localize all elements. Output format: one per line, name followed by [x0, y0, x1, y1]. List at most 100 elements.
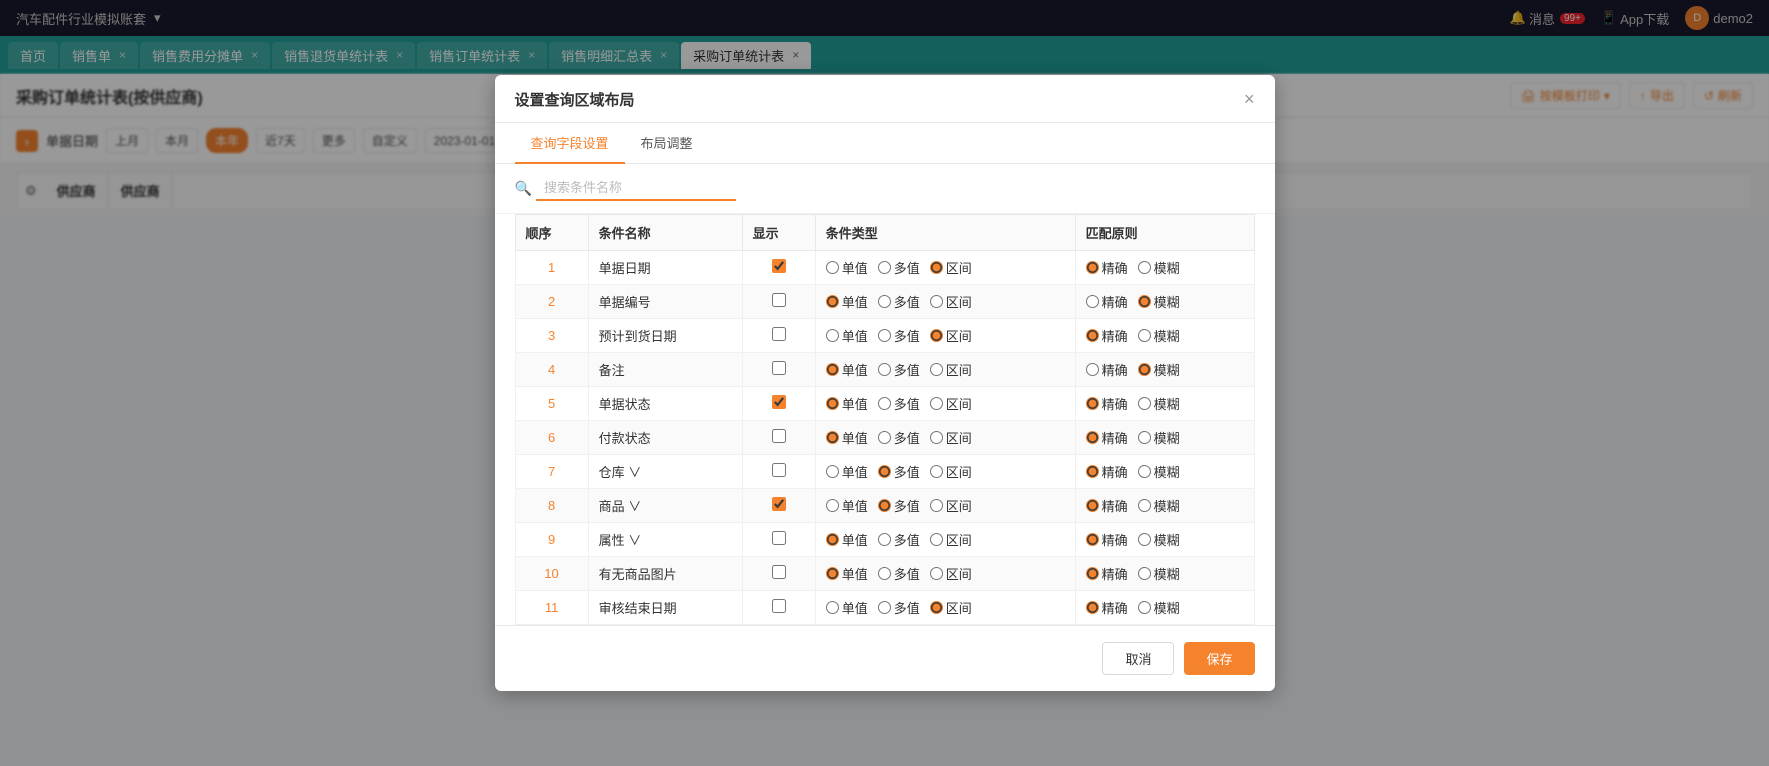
- cond-type-单值-option[interactable]: 单值: [826, 428, 868, 447]
- cond-type-区间-option[interactable]: 区间: [930, 360, 972, 379]
- modal-close-button[interactable]: ×: [1244, 89, 1255, 122]
- row-display-checkbox[interactable]: [772, 599, 786, 613]
- match-rule-模糊-option[interactable]: 模糊: [1138, 326, 1180, 345]
- cond-type-单值-option[interactable]: 单值: [826, 462, 868, 481]
- cond-type-区间-option[interactable]: 区间: [930, 394, 972, 413]
- cond-type-多值-option[interactable]: 多值: [878, 564, 920, 583]
- cond-type-多值-radio[interactable]: [878, 431, 891, 444]
- match-rule-模糊-option[interactable]: 模糊: [1138, 496, 1180, 515]
- match-rule-精确-option[interactable]: 精确: [1086, 530, 1128, 549]
- cond-type-区间-option[interactable]: 区间: [930, 428, 972, 447]
- match-rule-精确-radio[interactable]: [1086, 397, 1099, 410]
- match-rule-模糊-option[interactable]: 模糊: [1138, 598, 1180, 617]
- match-rule-精确-option[interactable]: 精确: [1086, 292, 1128, 311]
- match-rule-模糊-radio[interactable]: [1138, 397, 1151, 410]
- match-rule-精确-option[interactable]: 精确: [1086, 326, 1128, 345]
- row-display-checkbox[interactable]: [772, 259, 786, 273]
- cond-type-单值-option[interactable]: 单值: [826, 598, 868, 617]
- cond-type-多值-radio[interactable]: [878, 363, 891, 376]
- match-rule-精确-option[interactable]: 精确: [1086, 564, 1128, 583]
- row-display-checkbox[interactable]: [772, 463, 786, 477]
- match-rule-精确-option[interactable]: 精确: [1086, 598, 1128, 617]
- cond-type-区间-radio[interactable]: [930, 567, 943, 580]
- match-rule-模糊-option[interactable]: 模糊: [1138, 462, 1180, 481]
- match-rule-精确-radio[interactable]: [1086, 465, 1099, 478]
- cond-type-区间-option[interactable]: 区间: [930, 496, 972, 515]
- match-rule-模糊-option[interactable]: 模糊: [1138, 564, 1180, 583]
- match-rule-模糊-radio[interactable]: [1138, 499, 1151, 512]
- match-rule-模糊-option[interactable]: 模糊: [1138, 360, 1180, 379]
- cond-type-区间-radio[interactable]: [930, 295, 943, 308]
- match-rule-模糊-radio[interactable]: [1138, 261, 1151, 274]
- cond-type-多值-radio[interactable]: [878, 329, 891, 342]
- cond-type-单值-option[interactable]: 单值: [826, 258, 868, 277]
- cond-type-区间-option[interactable]: 区间: [930, 564, 972, 583]
- cond-type-多值-option[interactable]: 多值: [878, 462, 920, 481]
- cond-type-单值-radio[interactable]: [826, 431, 839, 444]
- row-display-checkbox[interactable]: [772, 293, 786, 307]
- cond-type-多值-radio[interactable]: [878, 295, 891, 308]
- match-rule-精确-radio[interactable]: [1086, 567, 1099, 580]
- cond-type-多值-option[interactable]: 多值: [878, 394, 920, 413]
- cond-type-单值-radio[interactable]: [826, 533, 839, 546]
- match-rule-模糊-radio[interactable]: [1138, 431, 1151, 444]
- match-rule-精确-radio[interactable]: [1086, 363, 1099, 376]
- match-rule-精确-radio[interactable]: [1086, 329, 1099, 342]
- match-rule-模糊-option[interactable]: 模糊: [1138, 394, 1180, 413]
- row-display-checkbox[interactable]: [772, 395, 786, 409]
- match-rule-模糊-radio[interactable]: [1138, 295, 1151, 308]
- cond-type-区间-radio[interactable]: [930, 499, 943, 512]
- cond-type-区间-radio[interactable]: [930, 465, 943, 478]
- cancel-button[interactable]: 取消: [1102, 642, 1174, 675]
- match-rule-模糊-radio[interactable]: [1138, 533, 1151, 546]
- cond-type-单值-radio[interactable]: [826, 567, 839, 580]
- cond-type-多值-option[interactable]: 多值: [878, 428, 920, 447]
- cond-type-多值-option[interactable]: 多值: [878, 530, 920, 549]
- cond-type-单值-option[interactable]: 单值: [826, 496, 868, 515]
- cond-type-单值-radio[interactable]: [826, 601, 839, 614]
- cond-type-单值-option[interactable]: 单值: [826, 292, 868, 311]
- cond-type-单值-option[interactable]: 单值: [826, 564, 868, 583]
- cond-type-多值-radio[interactable]: [878, 465, 891, 478]
- cond-type-多值-radio[interactable]: [878, 397, 891, 410]
- match-rule-精确-option[interactable]: 精确: [1086, 428, 1128, 447]
- cond-type-多值-option[interactable]: 多值: [878, 496, 920, 515]
- tab-layout-adjust[interactable]: 布局调整: [625, 123, 709, 164]
- match-rule-模糊-radio[interactable]: [1138, 601, 1151, 614]
- row-display-checkbox[interactable]: [772, 429, 786, 443]
- cond-type-单值-radio[interactable]: [826, 465, 839, 478]
- match-rule-精确-radio[interactable]: [1086, 499, 1099, 512]
- search-condition-input[interactable]: [536, 176, 736, 201]
- cond-type-区间-option[interactable]: 区间: [930, 530, 972, 549]
- cond-type-单值-option[interactable]: 单值: [826, 360, 868, 379]
- match-rule-模糊-option[interactable]: 模糊: [1138, 258, 1180, 277]
- cond-type-单值-option[interactable]: 单值: [826, 394, 868, 413]
- cond-type-多值-option[interactable]: 多值: [878, 360, 920, 379]
- cond-type-单值-radio[interactable]: [826, 397, 839, 410]
- cond-type-区间-radio[interactable]: [930, 533, 943, 546]
- cond-type-区间-option[interactable]: 区间: [930, 292, 972, 311]
- row-display-checkbox[interactable]: [772, 361, 786, 375]
- cond-type-多值-option[interactable]: 多值: [878, 258, 920, 277]
- cond-type-多值-radio[interactable]: [878, 567, 891, 580]
- cond-type-多值-option[interactable]: 多值: [878, 598, 920, 617]
- cond-type-多值-option[interactable]: 多值: [878, 326, 920, 345]
- cond-type-单值-radio[interactable]: [826, 499, 839, 512]
- cond-type-单值-radio[interactable]: [826, 261, 839, 274]
- cond-type-单值-option[interactable]: 单值: [826, 326, 868, 345]
- tab-query-field-settings[interactable]: 查询字段设置: [515, 123, 625, 164]
- cond-type-多值-option[interactable]: 多值: [878, 292, 920, 311]
- row-display-checkbox[interactable]: [772, 565, 786, 579]
- cond-type-区间-option[interactable]: 区间: [930, 462, 972, 481]
- row-display-checkbox[interactable]: [772, 531, 786, 545]
- match-rule-精确-option[interactable]: 精确: [1086, 360, 1128, 379]
- match-rule-精确-radio[interactable]: [1086, 533, 1099, 546]
- cond-type-区间-radio[interactable]: [930, 601, 943, 614]
- match-rule-模糊-option[interactable]: 模糊: [1138, 428, 1180, 447]
- cond-type-区间-option[interactable]: 区间: [930, 258, 972, 277]
- cond-type-单值-radio[interactable]: [826, 329, 839, 342]
- row-display-checkbox[interactable]: [772, 497, 786, 511]
- match-rule-精确-option[interactable]: 精确: [1086, 462, 1128, 481]
- match-rule-精确-radio[interactable]: [1086, 295, 1099, 308]
- match-rule-精确-radio[interactable]: [1086, 601, 1099, 614]
